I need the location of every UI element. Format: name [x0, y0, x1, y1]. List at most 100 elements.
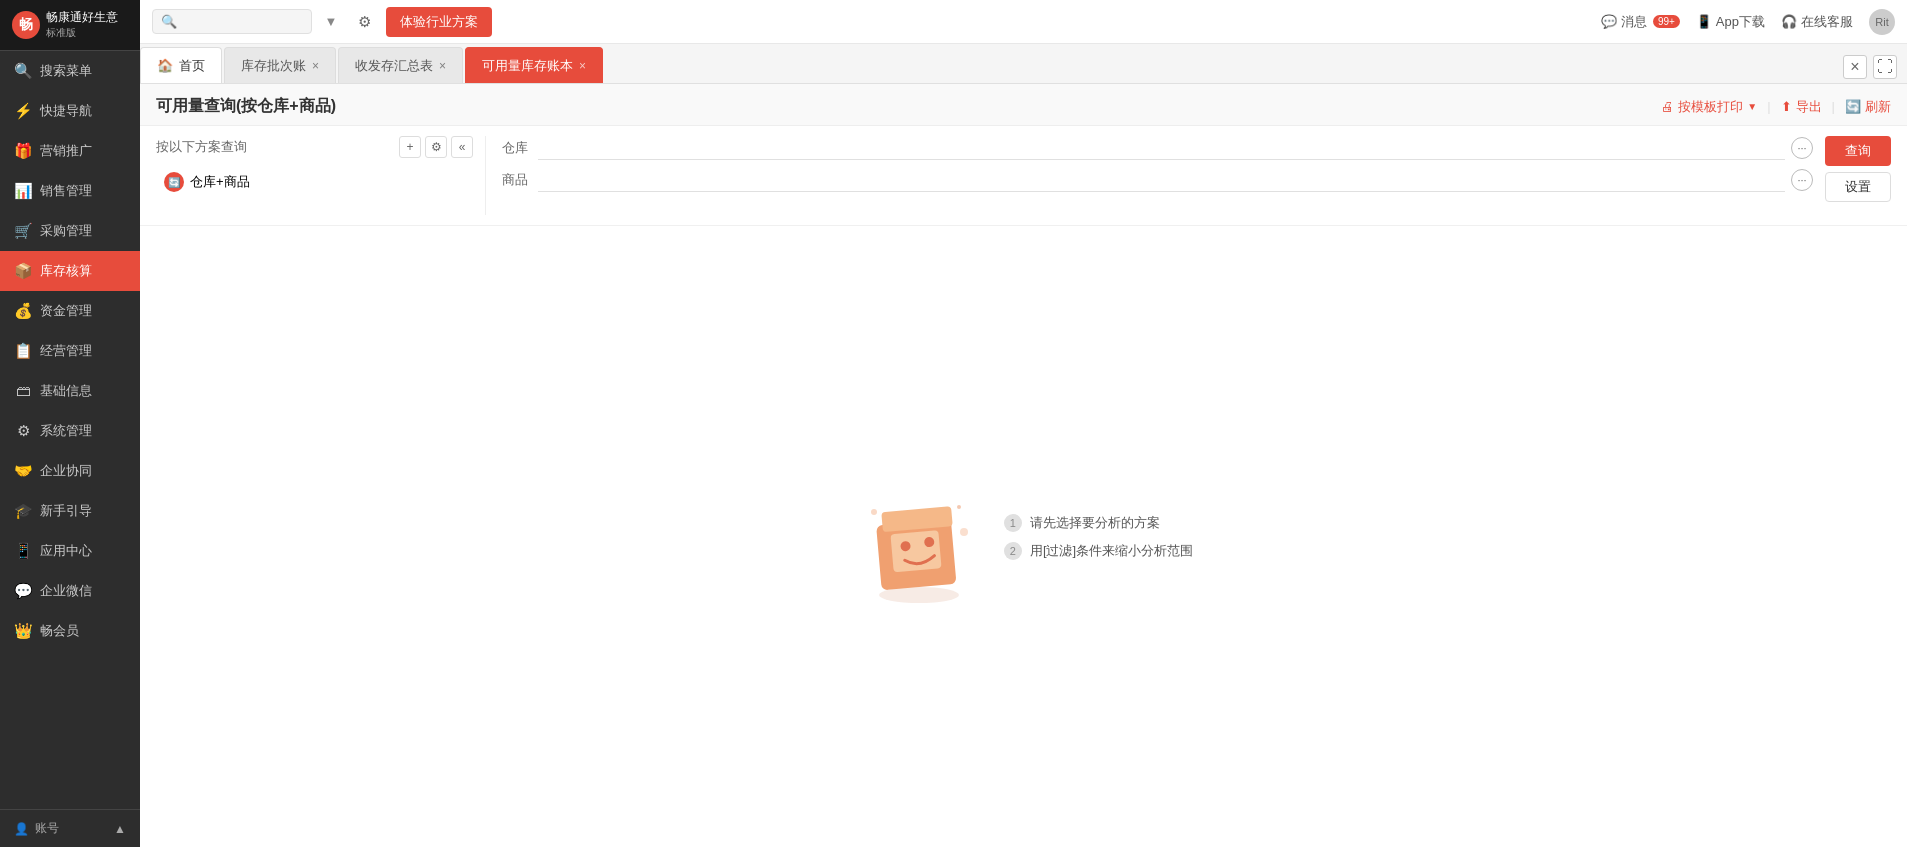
basic-icon: 🗃	[14, 382, 32, 399]
tab-receipt-summary[interactable]: 收发存汇总表 ×	[338, 47, 463, 83]
warehouse-more-btn[interactable]: ···	[1791, 137, 1813, 159]
goods-input[interactable]	[538, 168, 1785, 192]
logo-icon: 畅	[12, 11, 40, 39]
phone-icon: 📱	[1696, 14, 1712, 29]
filter-scheme-actions: + ⚙ «	[399, 136, 473, 158]
sidebar-item-finance[interactable]: 💰 资金管理	[0, 291, 140, 331]
query-btn[interactable]: 查询	[1825, 136, 1891, 166]
header-actions: 🖨 按模板打印 ▼ | ⬆ 导出 | 🔄 刷新	[1661, 98, 1891, 116]
search-input[interactable]	[181, 15, 291, 29]
sidebar-item-label: 经营管理	[40, 342, 92, 360]
gear-btn[interactable]: ⚙	[350, 8, 378, 36]
user-menu[interactable]: Rit	[1869, 9, 1895, 35]
sidebar-item-search[interactable]: 🔍 搜索菜单	[0, 51, 140, 91]
sales-icon: 📊	[14, 182, 32, 200]
content-area: 可用量查询(按仓库+商品) 🖨 按模板打印 ▼ | ⬆ 导出 | 🔄 刷新	[140, 84, 1907, 847]
add-scheme-btn[interactable]: +	[399, 136, 421, 158]
svg-point-6	[871, 509, 877, 515]
warehouse-label: 仓库	[502, 139, 532, 157]
service-btn[interactable]: 🎧 在线客服	[1781, 13, 1853, 31]
sidebar-item-marketing[interactable]: 🎁 营销推广	[0, 131, 140, 171]
empty-hints: 1 请先选择要分析的方案 2 用[过滤]条件来缩小分析范围	[1004, 514, 1193, 560]
app-download-btn[interactable]: 📱 App下载	[1696, 13, 1765, 31]
tab-close-receipt[interactable]: ×	[439, 59, 446, 73]
print-label: 按模板打印	[1678, 98, 1743, 116]
close-all-btn[interactable]: ×	[1843, 55, 1867, 79]
company-icon: 🤝	[14, 462, 32, 480]
refresh-btn[interactable]: 🔄 刷新	[1845, 98, 1891, 116]
sidebar-item-label: 销售管理	[40, 182, 92, 200]
topbar: 🔍 ▼ ⚙ 体验行业方案 💬 消息 99+ 📱 App下载 🎧 在线客服 R	[140, 0, 1907, 44]
filter-field-warehouse: 仓库 ···	[502, 136, 1813, 160]
topbar-right: 💬 消息 99+ 📱 App下载 🎧 在线客服 Rit	[1601, 9, 1895, 35]
collapse-scheme-btn[interactable]: «	[451, 136, 473, 158]
sidebar-item-operation[interactable]: 📋 经营管理	[0, 331, 140, 371]
expand-btn[interactable]: ⛶	[1873, 55, 1897, 79]
tab-batch-account[interactable]: 库存批次账 ×	[224, 47, 336, 83]
message-btn[interactable]: 💬 消息 99+	[1601, 13, 1680, 31]
sidebar-item-shortcut[interactable]: ⚡ 快捷导航	[0, 91, 140, 131]
sidebar-item-company[interactable]: 🤝 企业协同	[0, 451, 140, 491]
empty-svg	[854, 477, 984, 607]
sidebar-item-sales[interactable]: 📊 销售管理	[0, 171, 140, 211]
finance-icon: 💰	[14, 302, 32, 320]
sidebar-item-label: 搜索菜单	[40, 62, 92, 80]
empty-illustration	[854, 477, 974, 597]
tab-batch-label: 库存批次账	[241, 57, 306, 75]
scheme-icon: 🔄	[164, 172, 184, 192]
sidebar-item-wechat[interactable]: 💬 企业微信	[0, 571, 140, 611]
sidebar-item-label: 企业协同	[40, 462, 92, 480]
sidebar-item-system[interactable]: ⚙ 系统管理	[0, 411, 140, 451]
sidebar-item-label: 库存核算	[40, 262, 92, 280]
sidebar-item-appcenter[interactable]: 📱 应用中心	[0, 531, 140, 571]
tab-home[interactable]: 🏠 首页	[140, 47, 222, 83]
settings-btn[interactable]: 设置	[1825, 172, 1891, 202]
filter-area: 按以下方案查询 + ⚙ « 🔄 仓库+商品 仓库	[140, 126, 1907, 226]
hint1-text: 请先选择要分析的方案	[1030, 514, 1160, 532]
wechat-icon: 💬	[14, 582, 32, 600]
newguide-icon: 🎓	[14, 502, 32, 520]
goods-more-btn[interactable]: ···	[1791, 169, 1813, 191]
appcenter-icon: 📱	[14, 542, 32, 560]
scheme-label: 仓库+商品	[190, 173, 250, 191]
hint2-text: 用[过滤]条件来缩小分析范围	[1030, 542, 1193, 560]
sidebar-item-member[interactable]: 👑 畅会员	[0, 611, 140, 651]
trial-btn[interactable]: 体验行业方案	[386, 7, 492, 37]
hint1-num: 1	[1004, 514, 1022, 532]
sidebar: 畅 畅康通好生意 标准版 🔍 搜索菜单 ⚡ 快捷导航 🎁 营销推广 📊 销售管理…	[0, 0, 140, 847]
svg-point-7	[960, 528, 968, 536]
sidebar-item-purchase[interactable]: 🛒 采购管理	[0, 211, 140, 251]
refresh-icon: 🔄	[1845, 99, 1861, 114]
headset-icon: 🎧	[1781, 14, 1797, 29]
export-btn[interactable]: ⬆ 导出	[1781, 98, 1822, 116]
tab-close-available[interactable]: ×	[579, 59, 586, 73]
print-dropdown-icon: ▼	[1747, 101, 1757, 112]
sidebar-bottom[interactable]: 👤 账号 ▲	[0, 809, 140, 847]
tab-close-batch[interactable]: ×	[312, 59, 319, 73]
filter-scheme-panel: 按以下方案查询 + ⚙ « 🔄 仓库+商品	[156, 136, 486, 215]
sidebar-item-label: 资金管理	[40, 302, 92, 320]
svg-rect-3	[890, 530, 941, 572]
sidebar-item-newguide[interactable]: 🎓 新手引导	[0, 491, 140, 531]
avatar-text: Rit	[1875, 16, 1888, 28]
sidebar-item-basic[interactable]: 🗃 基础信息	[0, 371, 140, 411]
sidebar-item-inventory[interactable]: 📦 库存核算	[0, 251, 140, 291]
topbar-search-box[interactable]: 🔍	[152, 9, 312, 34]
filter-row-goods: 商品 ···	[502, 168, 1813, 192]
purchase-icon: 🛒	[14, 222, 32, 240]
scheme-warehouse-goods[interactable]: 🔄 仓库+商品	[156, 166, 473, 198]
dropdown-btn[interactable]: ▼	[320, 11, 342, 33]
empty-hint-1: 1 请先选择要分析的方案	[1004, 514, 1193, 532]
service-label: 在线客服	[1801, 13, 1853, 31]
sidebar-item-label: 应用中心	[40, 542, 92, 560]
hint2-num: 2	[1004, 542, 1022, 560]
filter-scheme-label: 按以下方案查询	[156, 138, 247, 156]
print-btn[interactable]: 🖨 按模板打印 ▼	[1661, 98, 1757, 116]
logo-name: 畅康通好生意	[46, 10, 118, 26]
manage-scheme-btn[interactable]: ⚙	[425, 136, 447, 158]
warehouse-input[interactable]	[538, 136, 1785, 160]
search-icon: 🔍	[161, 14, 177, 29]
sidebar-scroll: 🔍 搜索菜单 ⚡ 快捷导航 🎁 营销推广 📊 销售管理 🛒 采购管理 📦 库存核…	[0, 51, 140, 809]
sidebar-item-label: 营销推广	[40, 142, 92, 160]
tab-available-ledger[interactable]: 可用量库存账本 ×	[465, 47, 603, 83]
